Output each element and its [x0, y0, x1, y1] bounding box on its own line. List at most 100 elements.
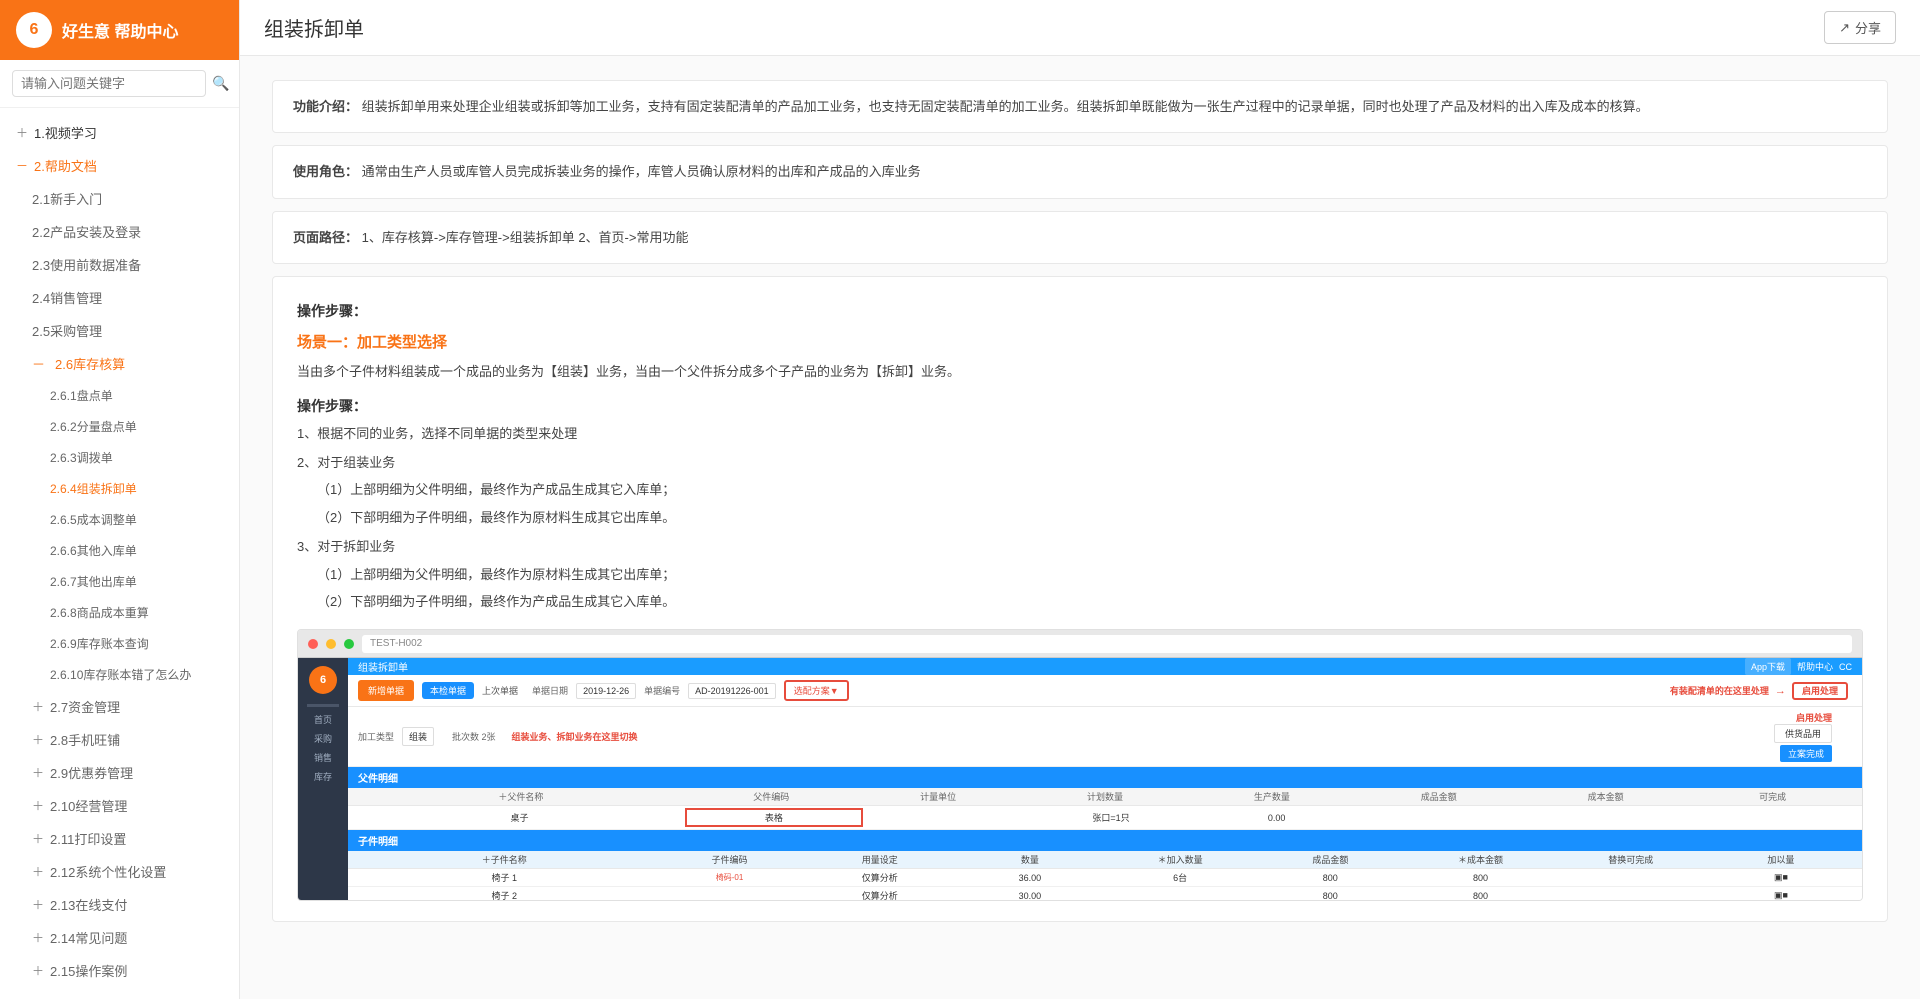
collapse-icon: －	[16, 157, 28, 174]
sidebar-item-2-4[interactable]: 2.4销售管理	[0, 281, 239, 314]
sidebar-item-2-12[interactable]: ＋ 2.12系统个性化设置	[0, 855, 239, 888]
mock-qiyong-input: 供货品用	[1774, 724, 1832, 743]
steps-title: 操作步骤：	[297, 301, 1863, 321]
mock-col-cost-amt: 成本金额	[1522, 790, 1689, 803]
mock-app: 6 首页 采购 销售 库存 组装拆卸单	[298, 658, 1862, 900]
sidebar-item-2-1[interactable]: 2.1新手入门	[0, 182, 239, 215]
mock-zj-row1-qty: 36.00	[955, 873, 1105, 883]
sidebar-item-2-6[interactable]: － 2.6库存核算	[0, 347, 239, 380]
sidebar-item-2-6-7[interactable]: 2.6.7其他出库单	[0, 566, 239, 597]
mock-type-row: 加工类型 组装 批次数 2张 组装业务、拆卸业务在这里切换 启用处理 供货品用	[348, 707, 1862, 767]
mock-fj-header: 父件明细	[348, 767, 1862, 788]
steps-block: 操作步骤： 场景一：加工类型选择 当由多个子件材料组装成一个成品的业务为【组装】…	[272, 276, 1888, 922]
function-intro-text: 组装拆卸单用来处理企业组装或拆卸等加工业务，支持有固定装配清单的产品加工业务，也…	[362, 99, 1649, 114]
mock-left-nav: 6 首页 采购 销售 库存	[298, 658, 348, 900]
sidebar-item-2-6-6[interactable]: 2.6.6其他入库单	[0, 535, 239, 566]
sidebar-item-2-6-8[interactable]: 2.6.8商品成本重算	[0, 597, 239, 628]
mock-col-prod-qty: 生产数量	[1188, 790, 1355, 803]
mock-top-row-1: 桌子 表格 张口=1只 0.00	[348, 806, 1862, 830]
role-text: 通常由生产人员或库管人员完成拆装业务的操作，库管人员确认原材料的出库和产成品的入…	[362, 164, 921, 179]
mock-top-title: 组装拆卸单	[358, 659, 408, 674]
expand-icon: ＋	[16, 124, 28, 141]
share-button[interactable]: ↗ 分享	[1824, 11, 1896, 44]
mock-nav-item-1: 首页	[303, 713, 343, 726]
mock-doc-no-value: AD-20191226-001	[688, 683, 776, 699]
mock-peifang-area: 选配方案▼	[784, 680, 849, 701]
mock-col-qty: 数量	[955, 853, 1105, 866]
mock-col-cpamt: 成品金额	[1255, 853, 1405, 866]
screenshot-mock: TEST-H002 6 首页 采购 销售 库存	[298, 630, 1862, 900]
sidebar-item-2-7[interactable]: ＋ 2.7资金管理	[0, 690, 239, 723]
mock-col-unit: 计量单位	[855, 790, 1022, 803]
mock-nav-divider	[307, 704, 339, 707]
sidebar-item-2-15[interactable]: ＋ 2.15操作案例	[0, 954, 239, 987]
mock-col-prod-amt: 成品金额	[1355, 790, 1522, 803]
mock-zj-row2-name: 椅子 2	[354, 889, 654, 900]
mock-main-area: 组装拆卸单 App下载 帮助中心 CC 新增单据	[348, 658, 1862, 900]
annotation-2-text: 组装业务、拆卸业务在这里切换	[512, 730, 638, 743]
sidebar-item-2-14[interactable]: ＋ 2.14常见问题	[0, 921, 239, 954]
mock-top-left: 组装拆卸单	[358, 659, 408, 674]
main-content: 组装拆卸单 ↗ 分享 功能介绍： 组装拆卸单用来处理企业组装或拆卸等加工业务，支…	[240, 0, 1920, 999]
step2-label: 2、对于组装业务	[297, 451, 1863, 474]
mock-qty-label: 批次数 2张	[452, 730, 496, 743]
mock-zj-row1-name: 椅子 1	[354, 871, 654, 884]
sidebar-item-2-5[interactable]: 2.5采购管理	[0, 314, 239, 347]
sidebar-item-2-13[interactable]: ＋ 2.13在线支付	[0, 888, 239, 921]
mock-queren-btn[interactable]: 立案完成	[1780, 745, 1832, 762]
logo-icon: 6	[16, 12, 52, 48]
sidebar-item-2-6-4-active[interactable]: 2.6.4组装拆卸单	[0, 473, 239, 504]
mock-process-btn[interactable]: 启用处理	[1792, 682, 1848, 700]
sidebar-item-2-6-2[interactable]: 2.6.2分量盘点单	[0, 411, 239, 442]
mock-browser-bar: TEST-H002	[298, 630, 1862, 658]
search-input[interactable]	[12, 70, 206, 97]
role-label: 使用角色：	[293, 164, 358, 179]
mock-bottom-row-1: 椅子 1 椅码-01 仅算分析 36.00 6台 800 800 ▣■	[348, 869, 1862, 887]
mock-row1-code: 表格	[685, 808, 863, 827]
sidebar-item-2-6-3[interactable]: 2.6.3调拨单	[0, 442, 239, 473]
main-header: 组装拆卸单 ↗ 分享	[240, 0, 1920, 56]
mock-zj-row1-cpamt: 800	[1255, 873, 1405, 883]
sidebar-item-2-2[interactable]: 2.2产品安装及登录	[0, 215, 239, 248]
mock-zj-row2-cpamt: 800	[1255, 891, 1405, 901]
sidebar-item-helpdocs[interactable]: － 2.帮助文档	[0, 149, 239, 182]
sidebar-item-2-11[interactable]: ＋ 2.11打印设置	[0, 822, 239, 855]
mock-peifang-btn[interactable]: 选配方案▼	[784, 680, 849, 701]
mock-type-label: 加工类型	[358, 730, 394, 743]
sidebar-item-videos[interactable]: ＋ 1.视频学习	[0, 116, 239, 149]
sidebar-item-2-6-1[interactable]: 2.6.1盘点单	[0, 380, 239, 411]
mock-zj-row1-usage: 仅算分析	[805, 871, 955, 884]
sidebar-item-2-8[interactable]: ＋ 2.8手机旺铺	[0, 723, 239, 756]
sidebar-item-2-10[interactable]: ＋ 2.10经营管理	[0, 789, 239, 822]
sidebar-item-2-6-5[interactable]: 2.6.5成本调整单	[0, 504, 239, 535]
step3-2-text: （2）下部明细为子件明细，最终作为产成品生成其它入库单。	[297, 590, 1863, 613]
mock-top-table-header: ＋父件名称 父件编码 计量单位 计划数量 生产数量 成品金额 成本金额 可完成	[348, 788, 1862, 806]
scene1-intro: 当由多个子件材料组装成一个成品的业务为【组装】业务，当由一个父件拆分成多个子产品…	[297, 360, 1863, 383]
mock-new-btn[interactable]: 新增单据	[358, 680, 414, 701]
mock-qiyong-area: 启用处理 供货品用 立案完成	[1774, 711, 1832, 762]
mock-zj-row1-costamt: 800	[1405, 873, 1555, 883]
mock-zj-row1-addamt: ▣■	[1706, 872, 1856, 883]
step3-label: 3、对于拆卸业务	[297, 535, 1863, 558]
sidebar-item-2-6-10[interactable]: 2.6.10库存账本错了怎么办	[0, 659, 239, 690]
screenshot-container: TEST-H002 6 首页 采购 销售 库存	[297, 629, 1863, 901]
search-icon[interactable]: 🔍	[212, 75, 229, 92]
sidebar-item-2-6-9[interactable]: 2.6.9库存账本查询	[0, 628, 239, 659]
search-box: 🔍	[0, 60, 239, 108]
nav-list: ＋ 1.视频学习 － 2.帮助文档 2.1新手入门 2.2产品安装及登录 2.3…	[0, 108, 239, 999]
mock-form-toolbar: 新增单据 本检单据 上次单据 单据日期 2019-12-26 单据编号 AD-2…	[348, 675, 1862, 707]
mock-zj-row2-usage: 仅算分析	[805, 889, 955, 900]
mock-user-text: CC	[1839, 662, 1852, 672]
mock-doc-date-value: 2019-12-26	[576, 683, 636, 699]
mock-help-text: 帮助中心	[1797, 660, 1833, 673]
sidebar-item-2-3[interactable]: 2.3使用前数据准备	[0, 248, 239, 281]
function-intro-label: 功能介绍：	[293, 99, 358, 114]
mock-zj-row2-costamt: 800	[1405, 891, 1555, 901]
mock-col-fjcode: 父件编码	[688, 790, 855, 803]
mock-bottom-table-header: ＋子件名称 子件编码 用量设定 数量 ＊加入数量 成品金额 ＊成本金额 替换可完…	[348, 851, 1862, 869]
mock-col-fjname: ＋父件名称	[354, 790, 688, 803]
path-label: 页面路径：	[293, 230, 358, 245]
mock-zj-row2-addamt: ▣■	[1706, 890, 1856, 900]
sidebar: 6 好生意 帮助中心 🔍 ＋ 1.视频学习 － 2.帮助文档 2.1新手入门 2…	[0, 0, 240, 999]
sidebar-item-2-9[interactable]: ＋ 2.9优惠券管理	[0, 756, 239, 789]
